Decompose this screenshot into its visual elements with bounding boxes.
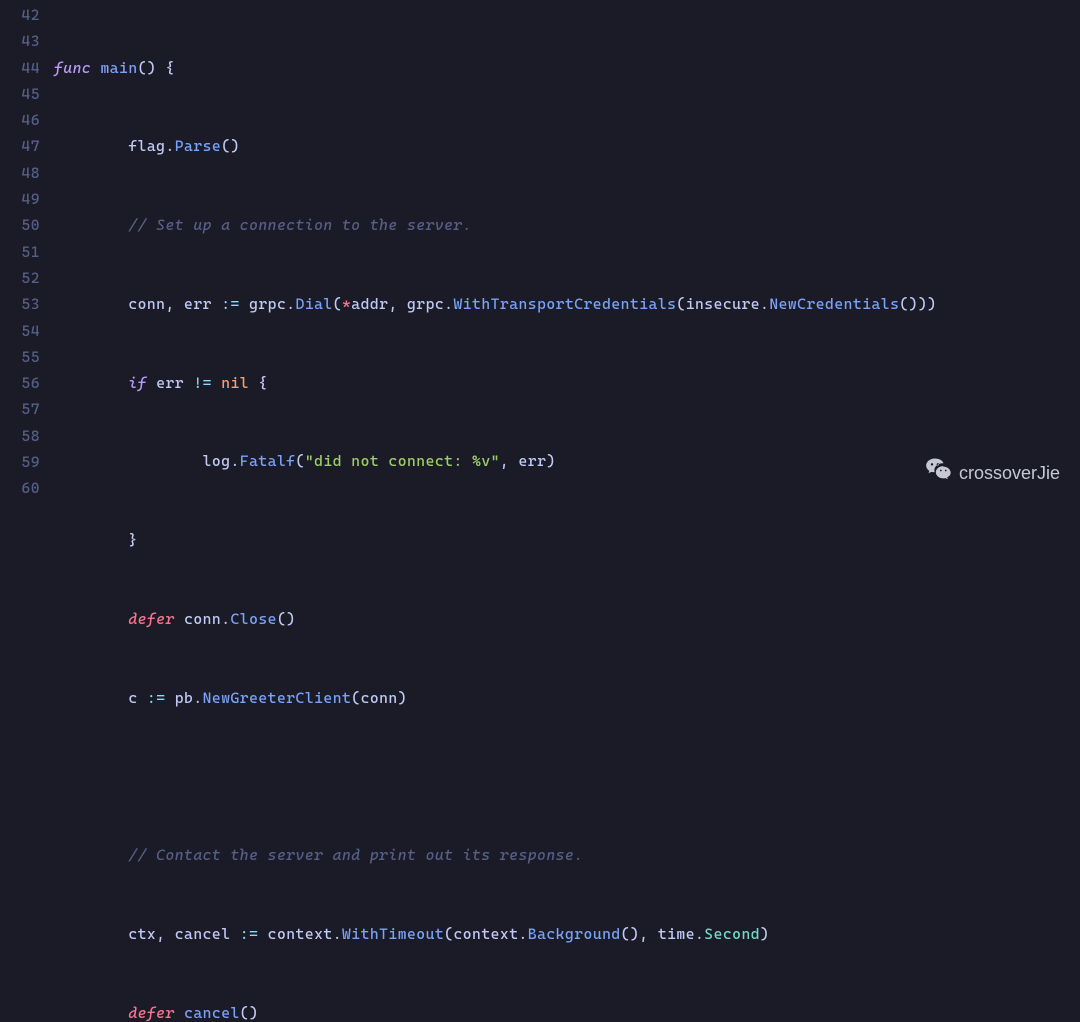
line-number: 49 [0,186,40,212]
code-line: defer conn.Close() [54,606,1080,632]
code-line: func main() { [54,55,1080,81]
wechat-icon [925,455,959,494]
code-line: if err != nil { [54,370,1080,396]
line-number: 57 [0,396,40,422]
code-line [54,764,1080,790]
code-line: conn, err := grpc.Dial(*addr, grpc.WithT… [54,291,1080,317]
code-line: } [54,527,1080,553]
line-number: 55 [0,344,40,370]
line-number: 53 [0,291,40,317]
line-number: 47 [0,133,40,159]
line-number: 56 [0,370,40,396]
code-line: flag.Parse() [54,133,1080,159]
line-number: 45 [0,81,40,107]
line-number: 54 [0,318,40,344]
line-number: 52 [0,265,40,291]
code-line: c := pb.NewGreeterClient(conn) [54,685,1080,711]
line-number: 46 [0,107,40,133]
code-line: defer cancel() [54,1000,1080,1022]
line-number: 59 [0,449,40,475]
line-number-gutter: 42 43 44 45 46 47 48 49 50 51 52 53 54 5… [0,2,54,1022]
line-number: 51 [0,239,40,265]
watermark-text: crossoverJie [959,458,1060,490]
code-content[interactable]: func main() { flag.Parse() // Set up a c… [54,2,1080,1022]
line-number: 44 [0,55,40,81]
code-line: // Set up a connection to the server. [54,212,1080,238]
line-number: 60 [0,475,40,501]
line-number: 42 [0,2,40,28]
line-number: 50 [0,212,40,238]
code-line: ctx, cancel := context.WithTimeout(conte… [54,921,1080,947]
code-editor: 42 43 44 45 46 47 48 49 50 51 52 53 54 5… [0,0,1080,1022]
watermark: crossoverJie [925,455,1060,494]
line-number: 58 [0,423,40,449]
code-line: // Contact the server and print out its … [54,842,1080,868]
line-number: 48 [0,160,40,186]
line-number: 43 [0,28,40,54]
